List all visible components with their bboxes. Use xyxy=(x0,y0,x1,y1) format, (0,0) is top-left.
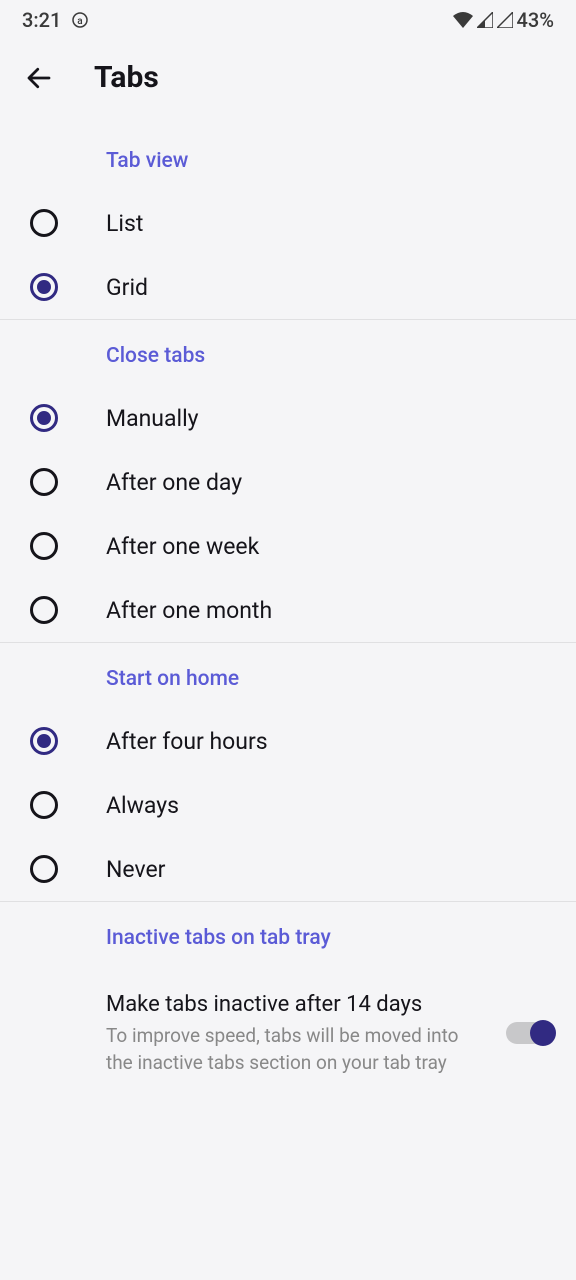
back-button[interactable] xyxy=(24,63,54,93)
radio-label: Always xyxy=(106,792,179,819)
section-header-start-on-home: Start on home xyxy=(0,643,576,709)
section-header-close-tabs: Close tabs xyxy=(0,320,576,386)
radio-manually[interactable]: Manually xyxy=(0,386,576,450)
radio-icon-selected xyxy=(30,273,58,301)
section-header-inactive-tabs: Inactive tabs on tab tray xyxy=(0,902,576,968)
radio-icon xyxy=(30,532,58,560)
radio-after-one-week[interactable]: After one week xyxy=(0,514,576,578)
radio-grid[interactable]: Grid xyxy=(0,255,576,319)
radio-label: After four hours xyxy=(106,728,268,755)
arrow-left-icon xyxy=(24,63,54,93)
section-header-tab-view: Tab view xyxy=(0,125,576,191)
section-close-tabs: Close tabs Manually After one day After … xyxy=(0,320,576,643)
switch-inactive-tabs[interactable]: Make tabs inactive after 14 days To impr… xyxy=(0,968,576,1100)
radio-label: Never xyxy=(106,856,165,883)
section-tab-view: Tab view List Grid xyxy=(0,125,576,320)
radio-icon xyxy=(30,596,58,624)
section-inactive-tabs: Inactive tabs on tab tray Make tabs inac… xyxy=(0,902,576,1100)
radio-label: After one day xyxy=(106,469,242,496)
radio-never[interactable]: Never xyxy=(0,837,576,901)
svg-text:a: a xyxy=(78,16,83,27)
app-icon: a xyxy=(71,11,89,29)
radio-after-one-day[interactable]: After one day xyxy=(0,450,576,514)
radio-icon-selected xyxy=(30,727,58,755)
radio-label: Grid xyxy=(106,274,148,301)
section-start-on-home: Start on home After four hours Always Ne… xyxy=(0,643,576,902)
radio-list[interactable]: List xyxy=(0,191,576,255)
radio-label: After one month xyxy=(106,597,272,624)
switch-title: Make tabs inactive after 14 days xyxy=(106,992,486,1017)
radio-icon xyxy=(30,468,58,496)
radio-icon xyxy=(30,855,58,883)
toggle-switch[interactable] xyxy=(506,1022,554,1044)
radio-after-four-hours[interactable]: After four hours xyxy=(0,709,576,773)
switch-description: To improve speed, tabs will be moved int… xyxy=(106,1023,486,1076)
radio-icon xyxy=(30,791,58,819)
status-battery: 43% xyxy=(517,8,554,32)
radio-label: After one week xyxy=(106,533,259,560)
wifi-icon xyxy=(453,12,473,28)
header: Tabs xyxy=(0,40,576,125)
signal-icon-1 xyxy=(477,12,493,28)
radio-always[interactable]: Always xyxy=(0,773,576,837)
status-bar: 3:21 a 43% xyxy=(0,0,576,40)
radio-icon xyxy=(30,209,58,237)
radio-label: List xyxy=(106,210,143,237)
signal-icon-2 xyxy=(497,12,513,28)
radio-after-one-month[interactable]: After one month xyxy=(0,578,576,642)
radio-label: Manually xyxy=(106,405,199,432)
radio-icon-selected xyxy=(30,404,58,432)
status-time: 3:21 xyxy=(22,8,61,32)
toggle-thumb xyxy=(530,1020,556,1046)
page-title: Tabs xyxy=(94,60,159,95)
